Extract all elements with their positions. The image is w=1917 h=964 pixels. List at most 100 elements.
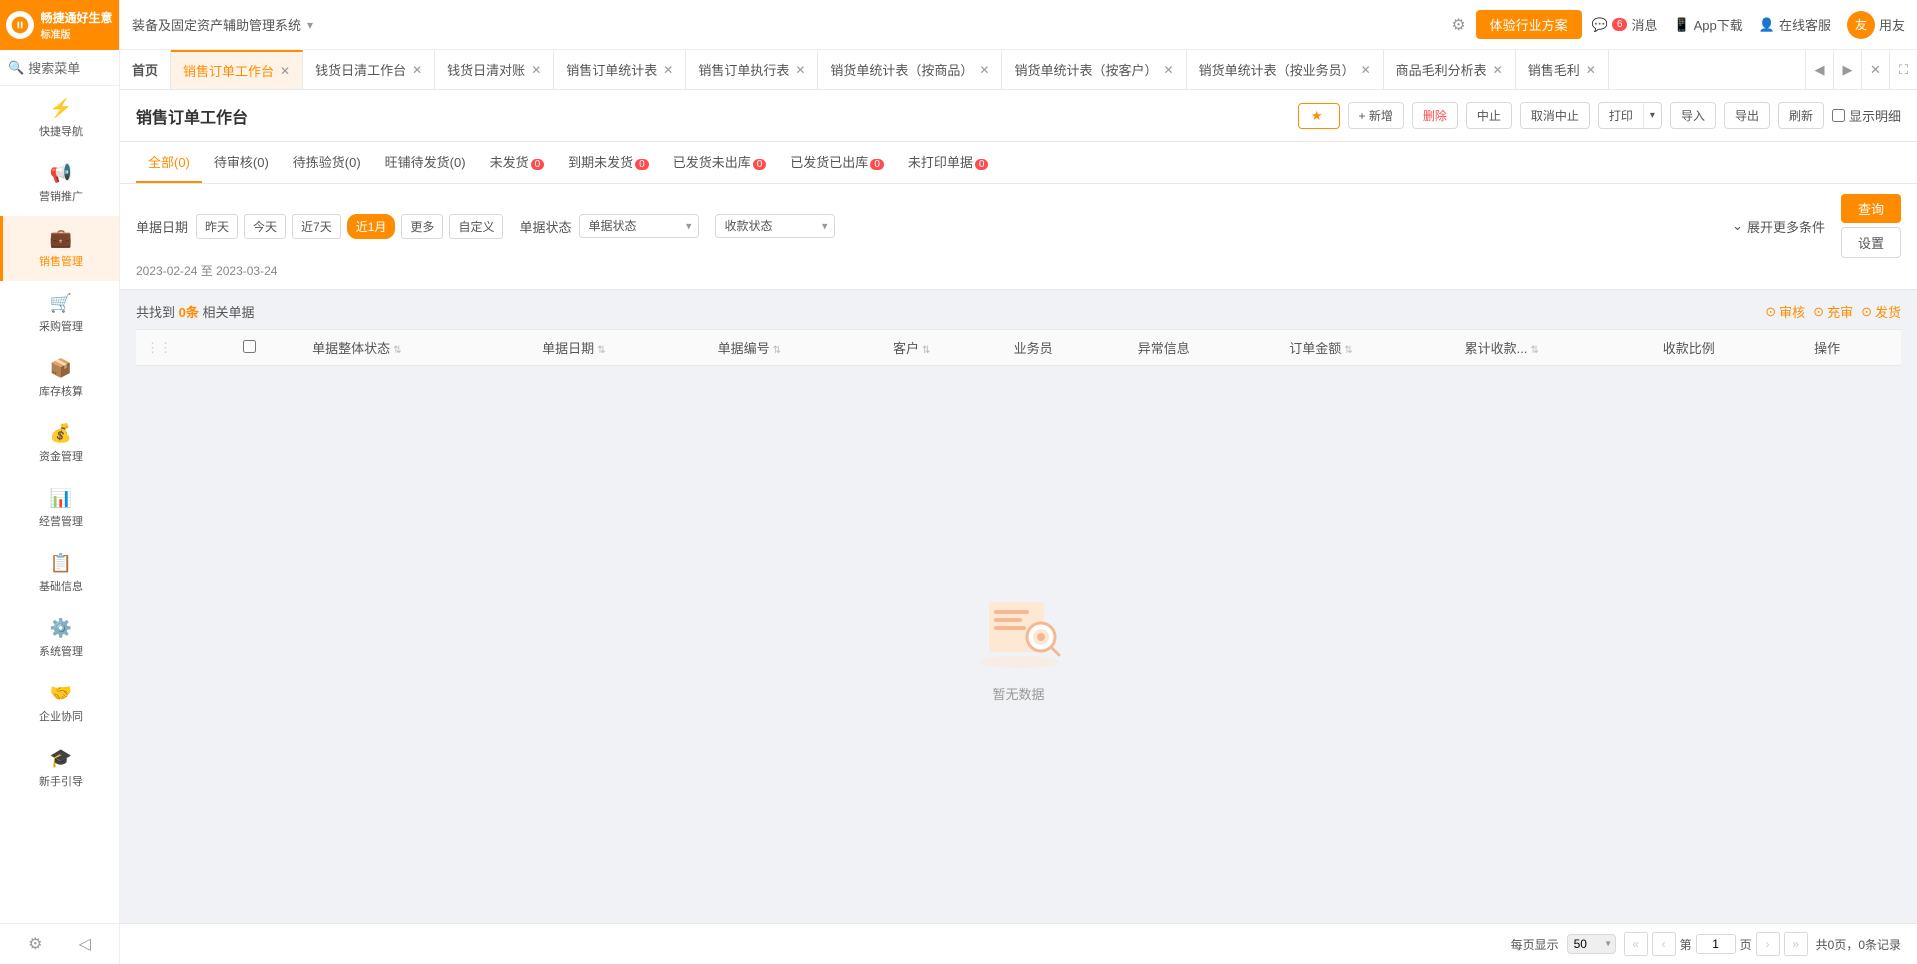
search-menu[interactable]: 🔍 搜索菜单 [0,50,119,86]
col-header-customer[interactable]: 客户⇅ [883,330,1004,366]
tab-sales-profit[interactable]: 销售毛利✕ [1516,50,1609,89]
app-download-action[interactable]: 📱 App下载 [1673,15,1742,34]
tab-sales-exec[interactable]: 销售订单执行表✕ [686,50,818,89]
date-btn-last1month[interactable]: 近1月 [347,214,396,239]
filter-tab-shipped-not-out[interactable]: 已发货未出库0 [661,142,779,183]
tab-sales-workbench[interactable]: 销售订单工作台✕ [171,50,303,89]
tab-sales-stat-product[interactable]: 销货单统计表（按商品）✕ [818,50,1002,89]
stop-btn[interactable]: 中止 [1466,102,1512,129]
print-btn-group: 打印 ▾ [1598,102,1662,129]
sidebar-item-quick-nav[interactable]: ⚡快捷导航 [0,86,119,151]
export-btn[interactable]: 导出 [1724,102,1770,129]
sidebar-item-guide[interactable]: 🎓新手引导 [0,736,119,801]
page-input[interactable] [1696,934,1736,954]
tab-cash-daily[interactable]: 钱货日清工作台✕ [303,50,435,89]
tab-sales-stat-staff[interactable]: 销货单统计表（按业务员）✕ [1187,50,1384,89]
filter-tab-pending-inspect[interactable]: 待拣验货(0) [281,142,373,183]
print-dropdown-btn[interactable]: ▾ [1643,102,1662,129]
tab-close-all[interactable]: ✕ [1861,50,1889,90]
tab-maximize[interactable]: ⛶ [1889,50,1917,90]
filter-tab-not-shipped[interactable]: 未发货0 [478,142,557,183]
refresh-btn[interactable]: 刷新 [1778,102,1824,129]
collapse-icon[interactable]: ◁ [79,934,91,954]
col-header-amount[interactable]: 订单金额⇅ [1279,330,1454,366]
sidebar-item-purchase[interactable]: 🛒采购管理 [0,281,119,346]
sidebar-item-system[interactable]: ⚙️系统管理 [0,606,119,671]
tab-close-sales-exec[interactable]: ✕ [795,63,805,77]
tab-scroll-left[interactable]: ◀ [1805,50,1833,90]
expand-btn[interactable]: ⌄ 展开更多条件 [1732,217,1825,236]
col-header-anomaly: 异常信息 [1128,330,1279,366]
tab-close-sales-stat-product[interactable]: ✕ [979,63,989,77]
op-btn-ship[interactable]: ⊙发货 [1861,302,1901,321]
tab-close-sales-stat[interactable]: ✕ [663,63,673,77]
tab-close-cash-reconcile[interactable]: ✕ [531,63,541,77]
print-btn[interactable]: 打印 [1598,102,1643,129]
tab-sales-stat[interactable]: 销售订单统计表✕ [554,50,686,89]
tab-close-profit-analysis[interactable]: ✕ [1493,63,1503,77]
tab-home[interactable]: 首页 [120,50,171,89]
sidebar-item-basic[interactable]: 📋基础信息 [0,541,119,606]
tab-close-cash-daily[interactable]: ✕ [412,63,422,77]
tab-sales-stat-customer[interactable]: 销货单统计表（按客户）✕ [1002,50,1186,89]
sidebar-item-sales[interactable]: 💼销售管理 [0,216,119,281]
status-select[interactable]: 单据状态 [579,214,699,238]
date-btn-more[interactable]: 更多 [401,214,443,239]
col-header-collected[interactable]: 累计收款...⇅ [1455,330,1653,366]
tab-profit-analysis[interactable]: 商品毛利分析表✕ [1384,50,1516,89]
select-all-checkbox[interactable] [243,340,256,353]
next-page-btn[interactable]: › [1756,932,1780,956]
cancel-stop-btn[interactable]: 取消中止 [1520,102,1590,129]
import-btn[interactable]: 导入 [1670,102,1716,129]
filter-tab-not-printed[interactable]: 未打印单据0 [896,142,1001,183]
tab-close-sales-workbench[interactable]: ✕ [280,64,290,78]
pagination: 每页显示 50 10 20 100 « ‹ 第 页 › » 共0页，0条记录 [120,923,1917,964]
query-btn[interactable]: 查询 [1841,194,1901,223]
filter-tab-shipped-out[interactable]: 已发货已出库0 [778,142,896,183]
op-btn-anti-review[interactable]: ⊙充审 [1813,302,1853,321]
date-btn-today[interactable]: 今天 [244,214,286,239]
tab-close-sales-stat-staff[interactable]: ✕ [1361,63,1371,77]
filter-tab-label-overdue-not-shipped: 到期未发货 [568,155,633,170]
page-size-select[interactable]: 50 10 20 100 [1567,934,1616,954]
settings-icon[interactable]: ⚙ [28,934,42,954]
tab-cash-reconcile[interactable]: 钱货日清对账✕ [435,50,554,89]
col-header-status[interactable]: 单据整体状态⇅ [302,330,532,366]
date-btn-custom[interactable]: 自定义 [449,214,503,239]
message-action[interactable]: 💬 6 消息 [1592,15,1658,34]
date-btn-yesterday[interactable]: 昨天 [196,214,238,239]
user-action[interactable]: 友 用友 [1847,11,1905,39]
prev-page-btn[interactable]: ‹ [1652,932,1676,956]
filter-tab-all[interactable]: 全部(0) [136,142,202,183]
filter-tab-pending-review[interactable]: 待审核(0) [202,142,281,183]
online-service-action[interactable]: 👤 在线客服 [1759,15,1831,34]
sidebar-item-finance[interactable]: 💰资金管理 [0,411,119,476]
op-label-review: 审核 [1779,302,1805,321]
filter-tab-overdue-not-shipped[interactable]: 到期未发货0 [556,142,661,183]
col-header-number[interactable]: 单据编号⇅ [708,330,883,366]
col-header-date[interactable]: 单据日期⇅ [532,330,707,366]
show-detail-checkbox[interactable] [1832,109,1845,122]
sidebar-item-inventory[interactable]: 📦库存核算 [0,346,119,411]
add-btn[interactable]: + 新增 [1348,102,1404,129]
filter-tab-wangpu-pending[interactable]: 旺铺待发货(0) [373,142,478,183]
payment-select[interactable]: 收款状态 [715,214,835,238]
delete-btn[interactable]: 删除 [1412,102,1458,129]
smart-create-btn[interactable]: ★ [1298,103,1340,129]
date-btn-last7[interactable]: 近7天 [292,214,341,239]
last-page-btn[interactable]: » [1784,932,1808,956]
first-page-btn[interactable]: « [1624,932,1648,956]
topbar-dropdown-icon[interactable]: ▾ [307,18,313,32]
op-btn-review[interactable]: ⊙审核 [1765,302,1805,321]
sidebar-item-business[interactable]: 📊经营管理 [0,476,119,541]
topbar-gear-icon[interactable]: ⚙ [1451,15,1465,35]
tab-scroll-right[interactable]: ▶ [1833,50,1861,90]
sidebar-item-marketing[interactable]: 📢营销推广 [0,151,119,216]
nav-icon-finance: 💰 [50,423,72,444]
sidebar-item-enterprise[interactable]: 🤝企业协同 [0,671,119,736]
settings-btn[interactable]: 设置 [1841,227,1901,258]
industry-btn[interactable]: 体验行业方案 [1476,10,1582,39]
tab-close-sales-profit[interactable]: ✕ [1586,63,1596,77]
tab-close-sales-stat-customer[interactable]: ✕ [1164,63,1174,77]
nav-label-sales: 销售管理 [39,253,83,269]
